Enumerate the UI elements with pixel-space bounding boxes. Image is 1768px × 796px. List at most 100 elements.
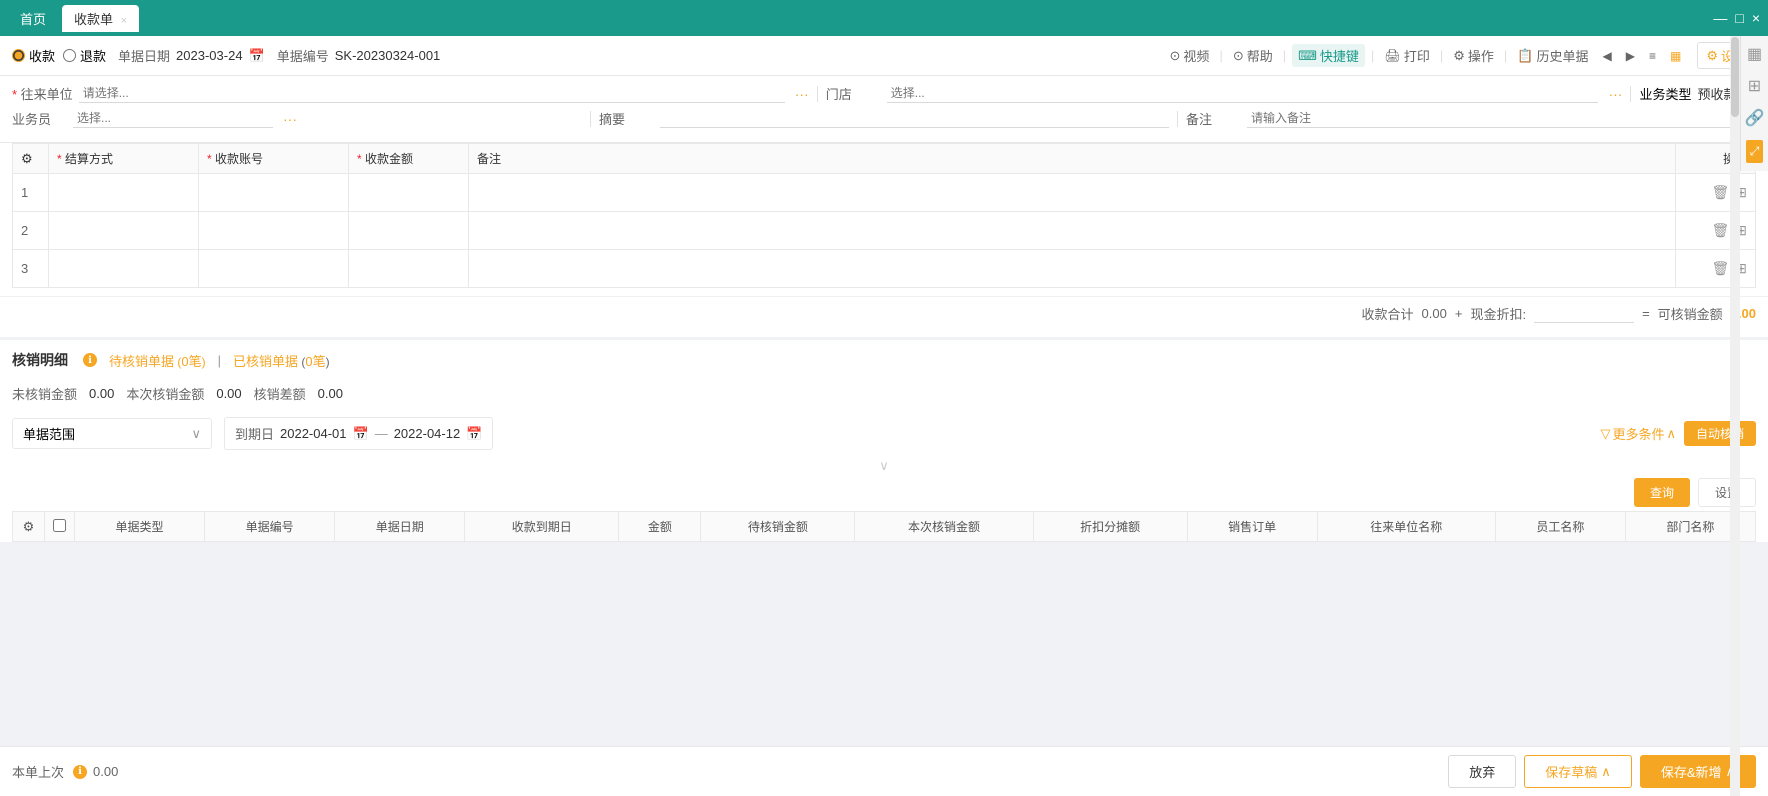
- date-to-calendar-icon[interactable]: 📅: [466, 426, 482, 442]
- operation-btn[interactable]: ⚙ 操作: [1449, 44, 1498, 67]
- shortcut-icon: ⌨: [1298, 48, 1317, 64]
- delete-icon-2[interactable]: 🗑: [1711, 222, 1729, 239]
- minimize-btn[interactable]: —: [1713, 10, 1727, 26]
- verify-header: 核销明细 ℹ 待核销单据 (0笔) | 已核销单据 (0笔): [12, 350, 1756, 370]
- shortcut-btn[interactable]: ⌨ 快捷键: [1292, 44, 1365, 67]
- amount-cell-3[interactable]: [349, 250, 469, 288]
- tab-close-icon[interactable]: ×: [121, 15, 127, 27]
- field-separator-2: [1630, 86, 1631, 102]
- voucher-date-col: 单据日期: [335, 512, 465, 542]
- footer-left: 本单上次 ℹ 0.00: [12, 762, 118, 781]
- amount-cell-1[interactable]: [349, 174, 469, 212]
- tab-receipt[interactable]: 收款单 ×: [62, 5, 139, 32]
- store-field: 门店 ···: [826, 84, 1623, 103]
- table-row: 3 🗑 ⊞: [13, 250, 1756, 288]
- form-row-1: 往来单位 ··· 门店 ··· 业务类型 预收款 ∨: [12, 84, 1756, 103]
- select-all-checkbox[interactable]: [53, 519, 66, 532]
- discount-input[interactable]: [1534, 303, 1634, 323]
- date-range-separator: —: [375, 426, 388, 441]
- bottom-settings-icon[interactable]: ⚙: [23, 519, 35, 534]
- done-tab[interactable]: 已核销单据 (0笔): [233, 351, 330, 370]
- maximize-btn[interactable]: □: [1735, 10, 1743, 26]
- unverified-value: 0.00: [89, 386, 114, 401]
- video-btn[interactable]: ⊙ 视频: [1166, 44, 1214, 67]
- account-cell-2[interactable]: [199, 212, 349, 250]
- scroll-track[interactable]: [1730, 36, 1740, 796]
- table-settings-button[interactable]: 设置: [1698, 478, 1756, 507]
- auto-verify-button[interactable]: 自动核销: [1684, 421, 1756, 446]
- partner-more-btn[interactable]: ···: [795, 86, 809, 102]
- voucher-type-col: 单据类型: [75, 512, 205, 542]
- radio-receive[interactable]: 收款: [12, 46, 55, 65]
- verify-info-icon[interactable]: ℹ: [83, 353, 97, 367]
- field-separator-3: [590, 111, 591, 127]
- nav-next-btn[interactable]: ▶: [1622, 47, 1639, 65]
- date-from-value: 2022-04-01: [280, 426, 347, 441]
- pending-amount-col: 待核销金额: [701, 512, 855, 542]
- pending-tab[interactable]: 待核销单据 (0笔): [109, 351, 206, 370]
- toolbar-right: ⊙ 视频 | ⊙ 帮助 | ⌨ 快捷键 | 🖨 打印 | ⚙ 操作: [1166, 44, 1686, 67]
- remark-cell-2[interactable]: [469, 212, 1676, 250]
- due-date-col: 收款到期日: [465, 512, 619, 542]
- staff-input[interactable]: [73, 109, 273, 128]
- radio-refund[interactable]: 退款: [63, 46, 106, 65]
- remark-cell-1[interactable]: [469, 174, 1676, 212]
- query-button[interactable]: 查询: [1634, 478, 1690, 507]
- settings-col-header[interactable]: ⚙: [13, 144, 49, 174]
- order-info-icon[interactable]: ℹ: [73, 765, 87, 779]
- calendar-icon[interactable]: 📅: [249, 48, 265, 64]
- gear-icon: ⚙: [1706, 48, 1718, 64]
- print-btn[interactable]: 🖨 打印: [1380, 44, 1434, 67]
- save-draft-arrow-icon: ∧: [1601, 764, 1611, 780]
- summary-input[interactable]: [660, 109, 1169, 128]
- copy-icon[interactable]: ⊞: [1748, 76, 1761, 96]
- save-draft-button[interactable]: 保存草稿 ∧: [1524, 755, 1632, 788]
- account-cell-3[interactable]: [199, 250, 349, 288]
- more-conditions-btn[interactable]: ▽ 更多条件 ∧: [1600, 424, 1676, 443]
- discount-label: 现金折扣:: [1470, 304, 1526, 323]
- close-btn[interactable]: ×: [1752, 10, 1760, 26]
- expand-icon[interactable]: ⤢: [1746, 140, 1764, 163]
- filter-icon: ▽: [1600, 426, 1610, 442]
- store-input[interactable]: [887, 84, 1599, 103]
- settlement-cell-2[interactable]: [49, 212, 199, 250]
- amount-cell-2[interactable]: [349, 212, 469, 250]
- table-row: 2 🗑 ⊞: [13, 212, 1756, 250]
- current-verify-label: 本次核销金额: [126, 384, 204, 403]
- grid-view-btn[interactable]: ▦: [1666, 47, 1685, 65]
- bottom-settings-col[interactable]: ⚙: [13, 512, 45, 542]
- form-section: 往来单位 ··· 门店 ··· 业务类型 预收款 ∨ 业务员 ···: [0, 76, 1768, 143]
- settlement-cell-1[interactable]: [49, 174, 199, 212]
- link-icon[interactable]: 🔗: [1745, 108, 1765, 128]
- nav-prev-btn[interactable]: ◀: [1599, 47, 1616, 65]
- voucher-range-select[interactable]: 单据范围 ∨: [12, 418, 212, 449]
- help-btn[interactable]: ⊙ 帮助: [1229, 44, 1277, 67]
- account-cell-1[interactable]: [199, 174, 349, 212]
- history-btn[interactable]: 📋 历史单据: [1513, 44, 1592, 67]
- delete-icon-3[interactable]: 🗑: [1711, 260, 1729, 277]
- partner-input[interactable]: [79, 84, 785, 103]
- remark-input[interactable]: [1247, 109, 1756, 128]
- bottom-checkbox-col: [45, 512, 75, 542]
- date-from-calendar-icon[interactable]: 📅: [353, 426, 369, 442]
- table-row: 1 🗑 ⊞: [13, 174, 1756, 212]
- scroll-thumb: [1731, 37, 1739, 117]
- staff-more-btn[interactable]: ···: [283, 111, 297, 127]
- unverified-label: 未核销金额: [12, 384, 77, 403]
- store-more-btn[interactable]: ···: [1608, 86, 1622, 102]
- delete-icon-1[interactable]: 🗑: [1711, 184, 1729, 201]
- list-view-btn[interactable]: ≡: [1645, 47, 1660, 65]
- remark-label: 备注: [1186, 109, 1241, 128]
- number-info: 单据编号 SK-20230324-001: [277, 46, 441, 65]
- discard-button[interactable]: 放弃: [1448, 755, 1516, 788]
- verifiable-label: 可核销金额: [1658, 304, 1723, 323]
- account-col-header: 收款账号: [199, 144, 349, 174]
- plus-sign: +: [1455, 306, 1463, 321]
- table-icon[interactable]: ▦: [1747, 44, 1762, 64]
- table-settings-icon[interactable]: ⚙: [21, 151, 33, 166]
- row-num-3: 3: [13, 261, 48, 276]
- remark-cell-3[interactable]: [469, 250, 1676, 288]
- settlement-cell-3[interactable]: [49, 250, 199, 288]
- tab-home[interactable]: 首页: [8, 5, 58, 32]
- order-label: 本单上次: [12, 762, 64, 781]
